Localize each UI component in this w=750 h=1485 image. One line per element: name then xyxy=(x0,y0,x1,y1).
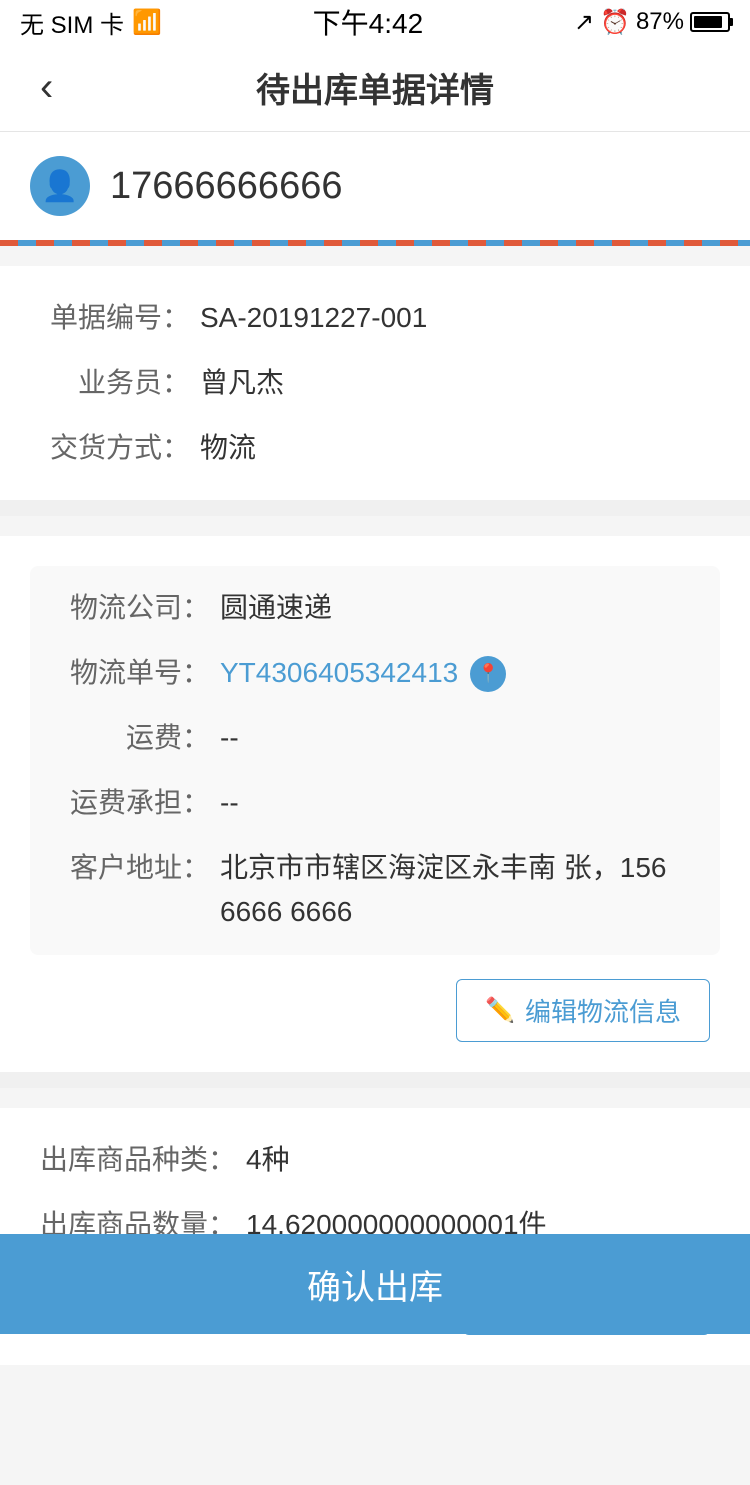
delivery-label: 交货方式： xyxy=(40,426,200,471)
salesman-value: 曾凡杰 xyxy=(200,361,710,406)
company-label: 物流公司： xyxy=(60,586,220,631)
alarm-icon: ⏰ xyxy=(600,8,630,37)
address-row: 客户地址： 北京市市辖区海淀区永丰南 张，156 6666 6666 xyxy=(60,846,690,936)
freight-value: -- xyxy=(220,716,690,761)
back-button[interactable]: ‹ xyxy=(30,55,63,120)
time-display: 下午4:42 xyxy=(313,2,424,42)
status-right: ↗ ⏰ 87% xyxy=(574,8,730,37)
logistics-card: 物流公司： 圆通速递 物流单号： YT43064053424​13 📍 运费： … xyxy=(30,566,720,955)
delivery-value: 物流 xyxy=(200,426,710,471)
company-value: 圆通速递 xyxy=(220,586,690,631)
location-icon: ↗ xyxy=(574,8,594,37)
address-label: 客户地址： xyxy=(60,846,220,891)
tracking-row: 物流单号： YT43064053424​13 📍 xyxy=(60,651,690,696)
wifi-icon: 📶 xyxy=(132,8,162,37)
order-no-value: SA-20191227-001 xyxy=(200,296,710,341)
confirm-text: 确认出库 xyxy=(307,1260,443,1309)
salesman-label: 业务员： xyxy=(40,361,200,406)
freight-bearer-row: 运费承担： -- xyxy=(60,781,690,826)
order-info-section: 单据编号： SA-20191227-001 业务员： 曾凡杰 交货方式： 物流 xyxy=(0,266,750,500)
freight-label: 运费： xyxy=(60,716,220,761)
dashed-divider xyxy=(0,240,750,246)
order-no-row: 单据编号： SA-20191227-001 xyxy=(40,296,710,341)
delivery-row: 交货方式： 物流 xyxy=(40,426,710,471)
battery-indicator xyxy=(690,12,730,32)
freight-bearer-value: -- xyxy=(220,781,690,826)
edit-icon: ✏️ xyxy=(485,996,515,1025)
nav-bar: ‹ 待出库单据详情 xyxy=(0,44,750,132)
edit-logistics-button[interactable]: ✏️ 编辑物流信息 xyxy=(456,979,710,1042)
status-left: 无 SIM 卡 📶 xyxy=(20,5,162,40)
status-bar: 无 SIM 卡 📶 下午4:42 ↗ ⏰ 87% xyxy=(0,0,750,44)
address-value: 北京市市辖区海淀区永丰南 张，156 6666 6666 xyxy=(220,846,690,936)
confirm-bar[interactable]: 确认出库 xyxy=(0,1234,750,1334)
tracking-location-icon[interactable]: 📍 xyxy=(470,656,506,692)
goods-types-label: 出库商品种类： xyxy=(40,1138,246,1183)
tracking-no: YT43064053424​13 xyxy=(220,651,458,696)
bottom-safe-area xyxy=(0,1365,750,1485)
company-row: 物流公司： 圆通速递 xyxy=(60,586,690,631)
avatar: 👤 xyxy=(30,156,90,216)
gray-sep-1 xyxy=(0,500,750,516)
customer-phone: 17666666666 xyxy=(110,165,342,208)
freight-row: 运费： -- xyxy=(60,716,690,761)
gray-sep-2 xyxy=(0,1072,750,1088)
customer-header: 👤 17666666666 xyxy=(0,132,750,240)
edit-btn-label: 编辑物流信息 xyxy=(525,992,681,1029)
carrier-text: 无 SIM 卡 xyxy=(20,5,124,40)
order-no-label: 单据编号： xyxy=(40,296,200,341)
logistics-section: 物流公司： 圆通速递 物流单号： YT43064053424​13 📍 运费： … xyxy=(0,536,750,1072)
battery-percent: 87% xyxy=(636,8,684,36)
back-icon: ‹ xyxy=(40,65,53,109)
goods-types-row: 出库商品种类： 4种 xyxy=(40,1138,710,1183)
page-title: 待出库单据详情 xyxy=(256,63,494,112)
salesman-row: 业务员： 曾凡杰 xyxy=(40,361,710,406)
goods-types-value: 4种 xyxy=(246,1138,710,1183)
edit-btn-row: ✏️ 编辑物流信息 xyxy=(40,979,710,1042)
freight-bearer-label: 运费承担： xyxy=(60,781,220,826)
avatar-icon: 👤 xyxy=(41,169,78,204)
tracking-value: YT43064053424​13 📍 xyxy=(220,651,690,696)
tracking-label: 物流单号： xyxy=(60,651,220,696)
